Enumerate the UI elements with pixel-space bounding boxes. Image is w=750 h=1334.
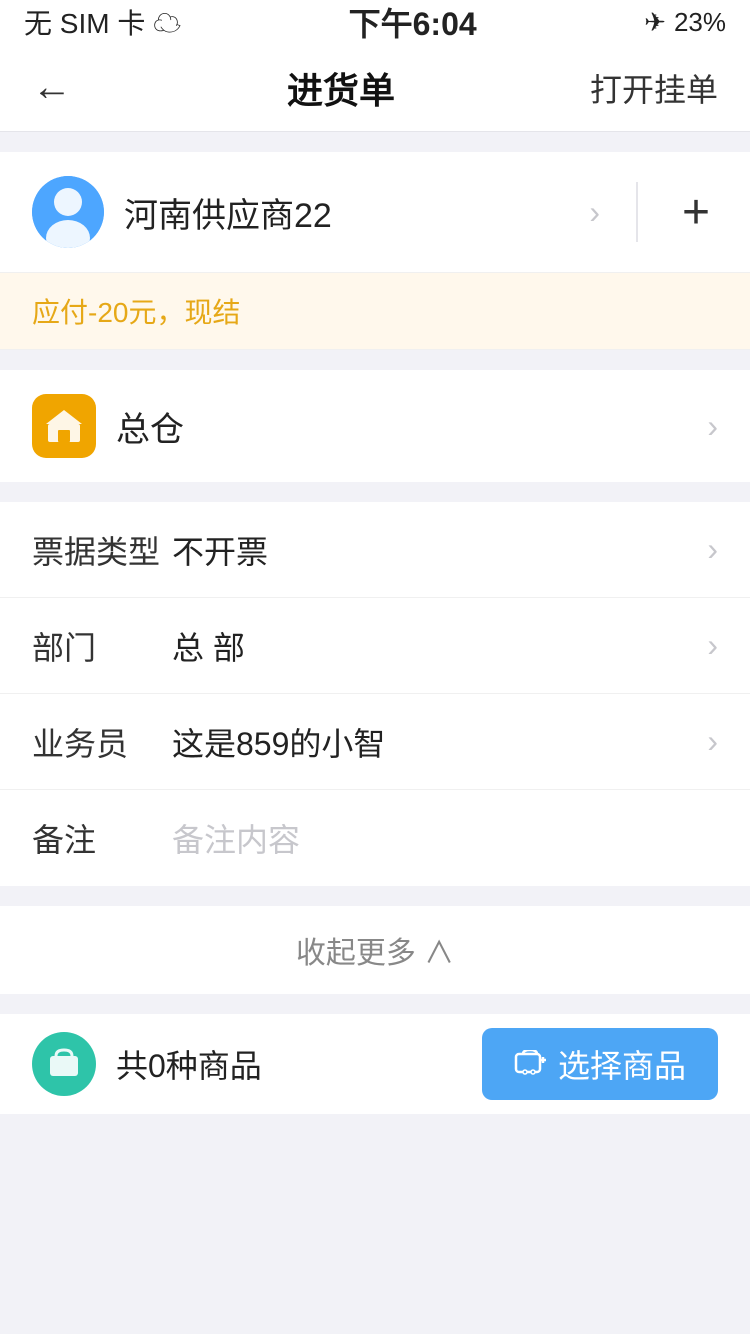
dept-label: 部门 xyxy=(32,623,172,669)
select-goods-label: 选择商品 xyxy=(558,1041,686,1087)
remark-input[interactable]: 备注内容 xyxy=(172,815,718,861)
back-button[interactable]: ← xyxy=(32,65,92,110)
salesperson-row[interactable]: 业务员 这是859的小智 › xyxy=(0,694,750,790)
section-gap xyxy=(0,132,750,152)
remark-label: 备注 xyxy=(32,815,172,861)
nav-bar: ← 进货单 打开挂单 xyxy=(0,44,750,132)
invoice-row[interactable]: 票据类型 不开票 › xyxy=(0,502,750,598)
supplier-name: 河南供应商22 xyxy=(124,188,569,237)
open-pending-button[interactable]: 打开挂单 xyxy=(590,65,718,111)
collapse-label: 收起更多 ∧ xyxy=(296,928,454,972)
status-left: 无 SIM 卡 ☁ xyxy=(24,2,181,42)
status-bar: 无 SIM 卡 ☁ 下午6:04 ✈ 23% xyxy=(0,0,750,44)
signal-text: 无 SIM 卡 ☁ xyxy=(24,2,181,42)
select-goods-button[interactable]: 选择商品 xyxy=(482,1028,718,1100)
page-title: 进货单 xyxy=(287,62,395,114)
supplier-row[interactable]: 河南供应商22 › + xyxy=(0,152,750,273)
invoice-chevron-icon: › xyxy=(707,531,718,568)
back-icon: ← xyxy=(32,65,72,109)
status-right: ✈ 23% xyxy=(644,7,726,38)
salesperson-chevron-icon: › xyxy=(707,723,718,760)
warehouse-icon xyxy=(32,394,96,458)
warehouse-chevron-icon: › xyxy=(707,408,718,445)
product-count: 共0种商品 xyxy=(116,1041,482,1087)
bottom-section: 共0种商品 选择商品 xyxy=(0,1014,750,1114)
add-supplier-button[interactable]: + xyxy=(674,185,718,240)
invoice-label: 票据类型 xyxy=(32,527,172,573)
warehouse-svg-icon xyxy=(44,406,84,446)
product-icon xyxy=(32,1032,96,1096)
warehouse-name: 总仓 xyxy=(116,402,687,451)
dept-chevron-icon: › xyxy=(707,627,718,664)
warehouse-row[interactable]: 总仓 › xyxy=(0,370,750,482)
dept-value: 总 部 xyxy=(172,623,707,669)
supplier-avatar xyxy=(32,176,104,248)
collapse-bar[interactable]: 收起更多 ∧ xyxy=(0,906,750,994)
battery-percent: 23% xyxy=(674,7,726,38)
select-goods-icon xyxy=(514,1050,546,1078)
salesperson-value: 这是859的小智 xyxy=(172,719,707,765)
salesperson-label: 业务员 xyxy=(32,719,172,765)
dept-row[interactable]: 部门 总 部 › xyxy=(0,598,750,694)
battery-icon: ✈ xyxy=(644,7,666,38)
supplier-divider xyxy=(636,182,638,242)
status-time: 下午6:04 xyxy=(349,0,477,45)
form-section: 票据类型 不开票 › 部门 总 部 › 业务员 这是859的小智 › 备注 备注… xyxy=(0,502,750,886)
cart-icon xyxy=(46,1046,82,1082)
supplier-chevron-icon: › xyxy=(589,194,600,231)
invoice-value: 不开票 xyxy=(172,527,707,573)
remark-row[interactable]: 备注 备注内容 xyxy=(0,790,750,886)
avatar-icon xyxy=(32,176,104,248)
supplier-card: 河南供应商22 › + 应付-20元，现结 xyxy=(0,152,750,350)
supplier-notice: 应付-20元，现结 xyxy=(0,273,750,350)
